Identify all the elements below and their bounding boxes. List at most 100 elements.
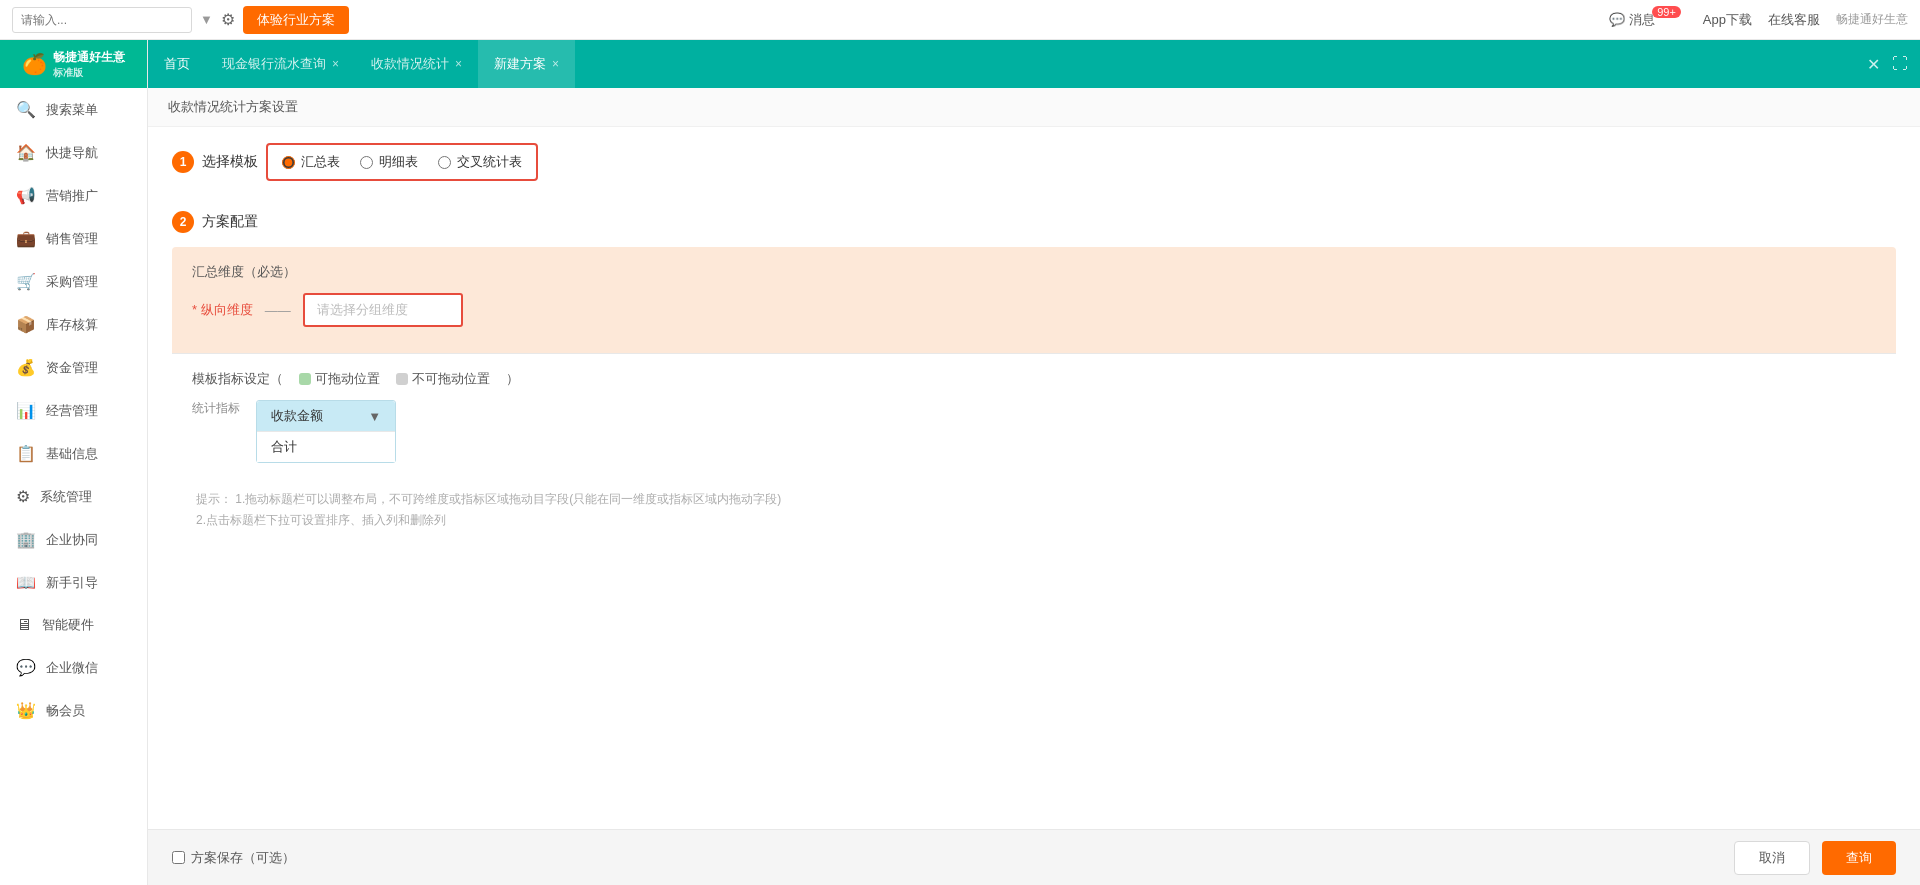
logo-area: 🍊 畅捷通好生意 标准版 xyxy=(0,40,147,88)
metrics-column-header[interactable]: 收款金额 ▼ xyxy=(257,401,395,431)
page-header: 收款情况统计方案设置 xyxy=(148,88,1920,127)
sidebar-item-guide[interactable]: 📖 新手引导 xyxy=(0,561,147,604)
page-title: 收款情况统计方案设置 xyxy=(168,99,298,114)
config-area: 汇总维度（必选） * 纵向维度 —— 请选择分组维度 模板指标设定（ xyxy=(172,247,1896,545)
radio-cross[interactable]: 交叉统计表 xyxy=(438,153,522,171)
industry-button[interactable]: 体验行业方案 xyxy=(243,6,349,34)
inventory-icon: 📦 xyxy=(16,315,36,334)
step1-circle: 1 xyxy=(172,151,194,173)
metrics-header: 模板指标设定（ 可拖动位置 不可拖动位置 ） xyxy=(192,370,1876,388)
sidebar-item-label: 基础信息 xyxy=(46,445,98,463)
radio-detail[interactable]: 明细表 xyxy=(360,153,418,171)
sidebar-item-system[interactable]: ⚙ 系统管理 xyxy=(0,475,147,518)
sidebar-item-label: 经营管理 xyxy=(46,402,98,420)
sidebar-item-inventory[interactable]: 📦 库存核算 xyxy=(0,303,147,346)
content-area: 收款情况统计方案设置 1 选择模板 汇总表 xyxy=(148,88,1920,829)
tab-new-plan[interactable]: 新建方案 × xyxy=(478,40,575,88)
sidebar-item-search[interactable]: 🔍 搜索菜单 xyxy=(0,88,147,131)
stats-label: 统计指标 xyxy=(192,400,240,417)
column-dropdown-icon[interactable]: ▼ xyxy=(368,409,381,424)
logo-title: 畅捷通好生意 xyxy=(53,49,125,66)
tab-cashflow-close[interactable]: × xyxy=(332,57,339,71)
query-button[interactable]: 查询 xyxy=(1822,841,1896,875)
logo-subtitle: 标准版 xyxy=(53,66,125,80)
sidebar-item-home[interactable]: 🏠 快捷导航 xyxy=(0,131,147,174)
step2-header: 2 方案配置 xyxy=(172,211,1896,233)
tab-cashflow-label: 现金银行流水查询 xyxy=(222,55,326,73)
radio-detail-label[interactable]: 明细表 xyxy=(379,153,418,171)
tab-home[interactable]: 首页 xyxy=(148,40,206,88)
system-icon: ⚙ xyxy=(16,487,30,506)
metrics-table-area: 统计指标 收款金额 ▼ 合计 xyxy=(192,400,1876,463)
sidebar-item-sales[interactable]: 💼 销售管理 xyxy=(0,217,147,260)
draggable-dot xyxy=(299,373,311,385)
fixed-badge: 不可拖动位置 xyxy=(396,370,490,388)
message-badge: 99+ xyxy=(1652,6,1681,18)
member-icon: 👑 xyxy=(16,701,36,720)
username-display: 畅捷通好生意 xyxy=(1836,11,1908,28)
save-label[interactable]: 方案保存（可选） xyxy=(191,849,295,867)
gear-icon[interactable]: ⚙ xyxy=(221,10,235,29)
weixin-icon: 💬 xyxy=(16,658,36,677)
save-checkbox[interactable] xyxy=(172,851,185,864)
dimension-arrow: —— xyxy=(265,303,291,318)
sidebar-item-enterprise[interactable]: 🏢 企业协同 xyxy=(0,518,147,561)
tab-receipt[interactable]: 收款情况统计 × xyxy=(355,40,478,88)
sidebar-item-hardware[interactable]: 🖥 智能硬件 xyxy=(0,604,147,646)
search-icon: 🔍 xyxy=(16,100,36,119)
tab-bar-close-icon[interactable]: ✕ xyxy=(1867,55,1880,74)
sidebar-item-label: 畅会员 xyxy=(46,702,85,720)
save-option: 方案保存（可选） xyxy=(172,849,295,867)
step2-circle: 2 xyxy=(172,211,194,233)
sidebar-item-label: 智能硬件 xyxy=(42,616,94,634)
sidebar-item-basic[interactable]: 📋 基础信息 xyxy=(0,432,147,475)
radio-summary-label[interactable]: 汇总表 xyxy=(301,153,340,171)
dropdown-icon[interactable]: ▼ xyxy=(200,12,213,27)
sidebar-item-member[interactable]: 👑 畅会员 xyxy=(0,689,147,732)
management-icon: 📊 xyxy=(16,401,36,420)
sidebar-item-weixin[interactable]: 💬 企业微信 xyxy=(0,646,147,689)
dimension-row-vertical: * 纵向维度 —— 请选择分组维度 xyxy=(192,293,1876,327)
step1-section: 1 选择模板 汇总表 明细表 xyxy=(148,127,1920,211)
marketing-icon: 📢 xyxy=(16,186,36,205)
message-action[interactable]: 💬 消息 99+ xyxy=(1609,11,1687,29)
vertical-dimension-select[interactable]: 请选择分组维度 xyxy=(303,293,463,327)
tab-new-plan-close[interactable]: × xyxy=(552,57,559,71)
radio-summary-input[interactable] xyxy=(282,156,295,169)
radio-detail-input[interactable] xyxy=(360,156,373,169)
tab-receipt-close[interactable]: × xyxy=(455,57,462,71)
tab-new-plan-label: 新建方案 xyxy=(494,55,546,73)
content-inner: 收款情况统计方案设置 1 选择模板 汇总表 xyxy=(148,88,1920,829)
online-support-link[interactable]: 在线客服 xyxy=(1768,11,1820,29)
vertical-dimension-label: * 纵向维度 xyxy=(192,301,253,319)
app-download-link[interactable]: App下载 xyxy=(1703,11,1752,29)
radio-summary[interactable]: 汇总表 xyxy=(282,153,340,171)
sidebar-item-label: 新手引导 xyxy=(46,574,98,592)
metrics-row-total: 合计 xyxy=(257,431,395,462)
sidebar-item-label: 销售管理 xyxy=(46,230,98,248)
sidebar-item-purchase[interactable]: 🛒 采购管理 xyxy=(0,260,147,303)
column-header-text: 收款金额 xyxy=(271,407,323,425)
layout: 🍊 畅捷通好生意 标准版 🔍 搜索菜单 🏠 快捷导航 📢 营销推广 💼 销售管理… xyxy=(0,40,1920,885)
sidebar-item-label: 采购管理 xyxy=(46,273,98,291)
tab-bar: 首页 现金银行流水查询 × 收款情况统计 × 新建方案 × ✕ ⛶ xyxy=(148,40,1920,88)
tab-bar-right: ✕ ⛶ xyxy=(1867,55,1920,74)
radio-cross-label[interactable]: 交叉统计表 xyxy=(457,153,522,171)
sidebar-item-marketing[interactable]: 📢 营销推广 xyxy=(0,174,147,217)
draggable-badge: 可拖动位置 xyxy=(299,370,380,388)
tip-2: 2.点击标题栏下拉可设置排序、插入列和删除列 xyxy=(196,512,1872,529)
guide-icon: 📖 xyxy=(16,573,36,592)
enterprise-icon: 🏢 xyxy=(16,530,36,549)
step2-section: 2 方案配置 汇总维度（必选） * 纵向维度 —— 请选择分组维度 xyxy=(148,211,1920,561)
template-options: 汇总表 明细表 交叉统计表 xyxy=(266,143,538,181)
sidebar-item-finance[interactable]: 💰 资金管理 xyxy=(0,346,147,389)
fixed-label: 不可拖动位置 xyxy=(412,370,490,388)
top-bar-search-area: ▼ ⚙ 体验行业方案 xyxy=(12,6,1609,34)
tab-bar-expand-icon[interactable]: ⛶ xyxy=(1892,55,1908,73)
tab-cashflow[interactable]: 现金银行流水查询 × xyxy=(206,40,355,88)
search-input[interactable] xyxy=(12,7,192,33)
cancel-button[interactable]: 取消 xyxy=(1734,841,1810,875)
sidebar-item-management[interactable]: 📊 经营管理 xyxy=(0,389,147,432)
bottom-bar: 方案保存（可选） 取消 查询 xyxy=(148,829,1920,885)
radio-cross-input[interactable] xyxy=(438,156,451,169)
